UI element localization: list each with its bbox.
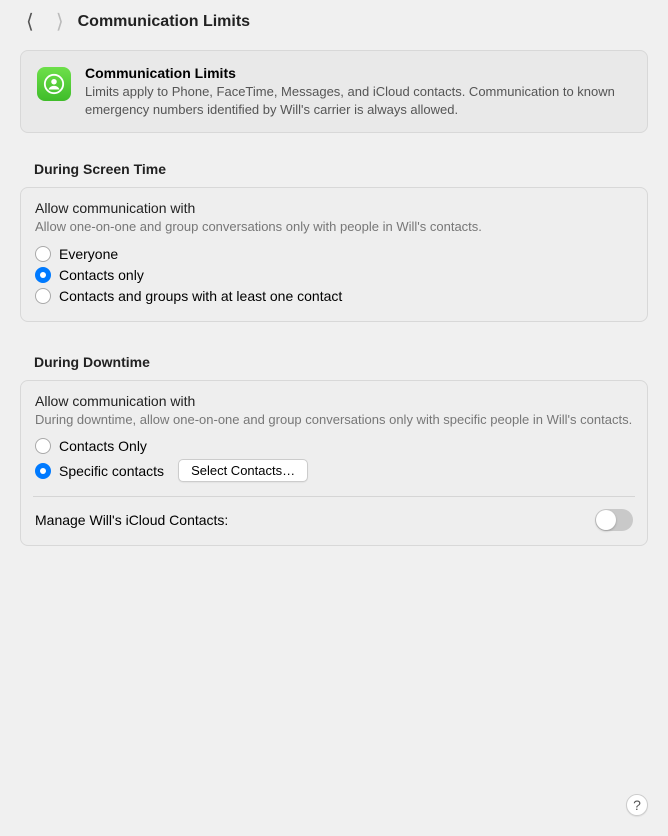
info-description: Limits apply to Phone, FaceTime, Message… xyxy=(85,83,631,118)
radio-everyone-input[interactable] xyxy=(35,246,51,262)
header: ⟨ ⟩ Communication Limits xyxy=(20,12,648,32)
manage-icloud-toggle[interactable] xyxy=(595,509,633,531)
radio-contacts-only-label: Contacts only xyxy=(59,267,144,283)
communication-limits-icon xyxy=(37,67,71,101)
screen-time-sub-title: Allow communication with xyxy=(35,200,633,216)
screen-time-sub-desc: Allow one-on-one and group conversations… xyxy=(35,218,633,236)
info-card: Communication Limits Limits apply to Pho… xyxy=(20,50,648,133)
screen-time-panel: Allow communication with Allow one-on-on… xyxy=(20,187,648,322)
page-title: Communication Limits xyxy=(78,13,250,31)
downtime-sub-desc: During downtime, allow one-on-one and gr… xyxy=(35,411,633,429)
radio-contacts-only-input[interactable] xyxy=(35,267,51,283)
radio-downtime-contacts-only-input[interactable] xyxy=(35,438,51,454)
manage-icloud-row: Manage Will's iCloud Contacts: xyxy=(35,507,633,533)
downtime-panel: Allow communication with During downtime… xyxy=(20,380,648,547)
downtime-section-title: During Downtime xyxy=(34,354,648,370)
divider xyxy=(33,496,635,497)
downtime-sub-title: Allow communication with xyxy=(35,393,633,409)
radio-specific-contacts-label: Specific contacts xyxy=(59,463,164,479)
back-button[interactable]: ⟨ xyxy=(26,12,34,32)
radio-contacts-groups-input[interactable] xyxy=(35,288,51,304)
radio-contacts-groups-label: Contacts and groups with at least one co… xyxy=(59,288,342,304)
radio-specific-contacts[interactable]: Specific contacts Select Contacts… xyxy=(35,459,633,482)
radio-downtime-contacts-only-label: Contacts Only xyxy=(59,438,147,454)
radio-everyone[interactable]: Everyone xyxy=(35,246,633,262)
radio-contacts-groups[interactable]: Contacts and groups with at least one co… xyxy=(35,288,633,304)
select-contacts-button[interactable]: Select Contacts… xyxy=(178,459,308,482)
radio-downtime-contacts-only[interactable]: Contacts Only xyxy=(35,438,633,454)
screen-time-section-title: During Screen Time xyxy=(34,161,648,177)
nav-arrows: ⟨ ⟩ xyxy=(26,12,64,32)
manage-icloud-label: Manage Will's iCloud Contacts: xyxy=(35,512,228,528)
radio-contacts-only[interactable]: Contacts only xyxy=(35,267,633,283)
radio-everyone-label: Everyone xyxy=(59,246,118,262)
help-button[interactable]: ? xyxy=(626,794,648,816)
info-text: Communication Limits Limits apply to Pho… xyxy=(85,65,631,118)
forward-button[interactable]: ⟩ xyxy=(56,12,64,32)
radio-specific-contacts-input[interactable] xyxy=(35,463,51,479)
info-title: Communication Limits xyxy=(85,65,631,81)
